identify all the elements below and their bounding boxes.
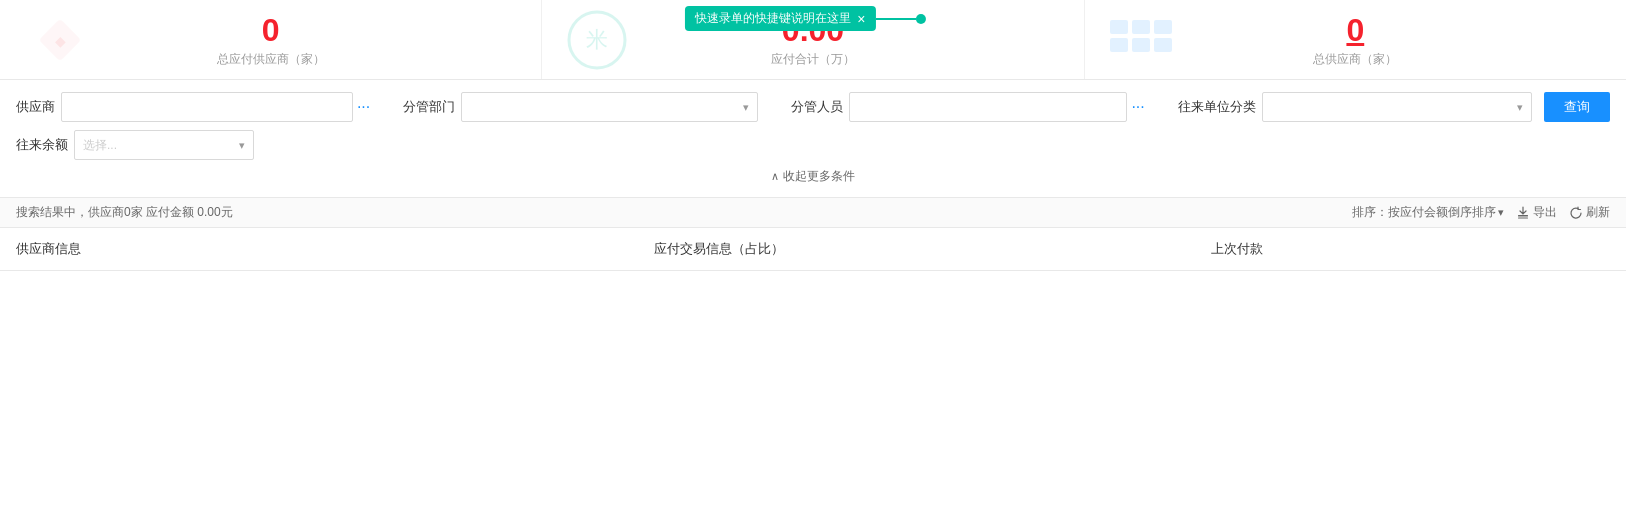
department-select[interactable]: ▾ <box>461 92 757 122</box>
filter-row-1: 供应商 ··· 分管部门 ▾ 分管人员 ··· 往来单位分类 ▾ <box>16 92 1610 122</box>
unit-category-filter: 往来单位分类 ▾ <box>1178 92 1532 122</box>
refresh-button[interactable]: 刷新 <box>1569 204 1610 221</box>
table-header: 供应商信息 应付交易信息（占比） 上次付款 <box>0 228 1626 271</box>
result-summary: 搜索结果中，供应商0家 应付金额 0.00元 <box>16 204 233 221</box>
sort-label: 排序：按应付会额倒序排序 <box>1352 204 1496 221</box>
filter-row-2: 往来余额 选择... ▾ <box>16 130 1610 160</box>
svg-rect-11 <box>1518 217 1528 218</box>
total-suppliers-number: 0 <box>1346 11 1364 49</box>
result-actions: 排序：按应付会额倒序排序 ▾ 导出 刷新 <box>1352 204 1610 221</box>
svg-rect-10 <box>1518 215 1528 217</box>
unit-category-arrow: ▾ <box>1517 101 1523 114</box>
manager-filter: 分管人员 ··· <box>791 92 1145 122</box>
query-button[interactable]: 查询 <box>1544 92 1610 122</box>
stat-total-suppliers: 0 总供应商（家） <box>1085 0 1626 79</box>
tooltip-text: 快速录单的快捷键说明在这里 <box>695 10 851 27</box>
supplier-input[interactable] <box>61 92 353 122</box>
collapse-row: ∧ 收起更多条件 <box>16 164 1610 189</box>
export-label: 导出 <box>1533 204 1557 221</box>
payable-total-label: 应付合计（万） <box>771 51 855 68</box>
tooltip-close-button[interactable]: × <box>857 12 865 26</box>
export-icon <box>1516 206 1530 220</box>
department-arrow: ▾ <box>743 101 749 114</box>
department-filter: 分管部门 ▾ <box>403 92 757 122</box>
svg-rect-4 <box>1110 20 1128 34</box>
department-label: 分管部门 <box>403 98 455 116</box>
col-transaction-header: 应付交易信息（占比） <box>654 240 1212 258</box>
payable-suppliers-label: 总应付供应商（家） <box>217 51 325 68</box>
diamond-icon: ◆ <box>30 10 90 70</box>
svg-rect-8 <box>1132 38 1150 52</box>
export-button[interactable]: 导出 <box>1516 204 1557 221</box>
refresh-label: 刷新 <box>1586 204 1610 221</box>
svg-rect-5 <box>1132 20 1150 34</box>
svg-rect-9 <box>1154 38 1172 52</box>
collapse-button[interactable]: ∧ 收起更多条件 <box>759 164 867 189</box>
unit-category-select[interactable]: ▾ <box>1262 92 1532 122</box>
refresh-icon <box>1569 206 1583 220</box>
balance-label: 往来余额 <box>16 136 68 154</box>
stats-bar: ◆ 0 总应付供应商（家） 米 快速录单的快捷键说明在这里 × 0.00 应付合… <box>0 0 1626 80</box>
stat-payable-total: 米 快速录单的快捷键说明在这里 × 0.00 应付合计（万） <box>542 0 1084 79</box>
balance-select[interactable]: 选择... ▾ <box>74 130 254 160</box>
unit-category-label: 往来单位分类 <box>1178 98 1256 116</box>
manager-input[interactable] <box>849 92 1128 122</box>
col-payment-header: 上次付款 <box>1211 240 1610 258</box>
grid-icon <box>1105 15 1175 65</box>
tooltip-bar: 快速录单的快捷键说明在这里 × <box>685 6 875 31</box>
manager-dots[interactable]: ··· <box>1131 98 1144 116</box>
stat-payable-suppliers: ◆ 0 总应付供应商（家） <box>0 0 542 79</box>
svg-text:米: 米 <box>586 27 608 52</box>
balance-arrow: ▾ <box>239 139 245 152</box>
svg-rect-6 <box>1154 20 1172 34</box>
collapse-label: 收起更多条件 <box>783 168 855 185</box>
coin-icon: 米 <box>562 5 632 75</box>
manager-label: 分管人员 <box>791 98 843 116</box>
collapse-icon: ∧ <box>771 170 779 183</box>
sort-button[interactable]: 排序：按应付会额倒序排序 ▾ <box>1352 204 1504 221</box>
svg-text:◆: ◆ <box>55 33 66 49</box>
col-supplier-header: 供应商信息 <box>16 240 654 258</box>
sort-arrow: ▾ <box>1498 206 1504 219</box>
payable-suppliers-number: 0 <box>262 11 280 49</box>
supplier-filter: 供应商 ··· <box>16 92 370 122</box>
table-body <box>0 271 1626 515</box>
supplier-dots[interactable]: ··· <box>357 98 370 116</box>
supplier-label: 供应商 <box>16 98 55 116</box>
svg-rect-7 <box>1110 38 1128 52</box>
balance-placeholder: 选择... <box>83 137 117 154</box>
result-bar: 搜索结果中，供应商0家 应付金额 0.00元 排序：按应付会额倒序排序 ▾ 导出… <box>0 198 1626 228</box>
filter-area: 供应商 ··· 分管部门 ▾ 分管人员 ··· 往来单位分类 ▾ <box>0 80 1626 198</box>
total-suppliers-label: 总供应商（家） <box>1313 51 1397 68</box>
